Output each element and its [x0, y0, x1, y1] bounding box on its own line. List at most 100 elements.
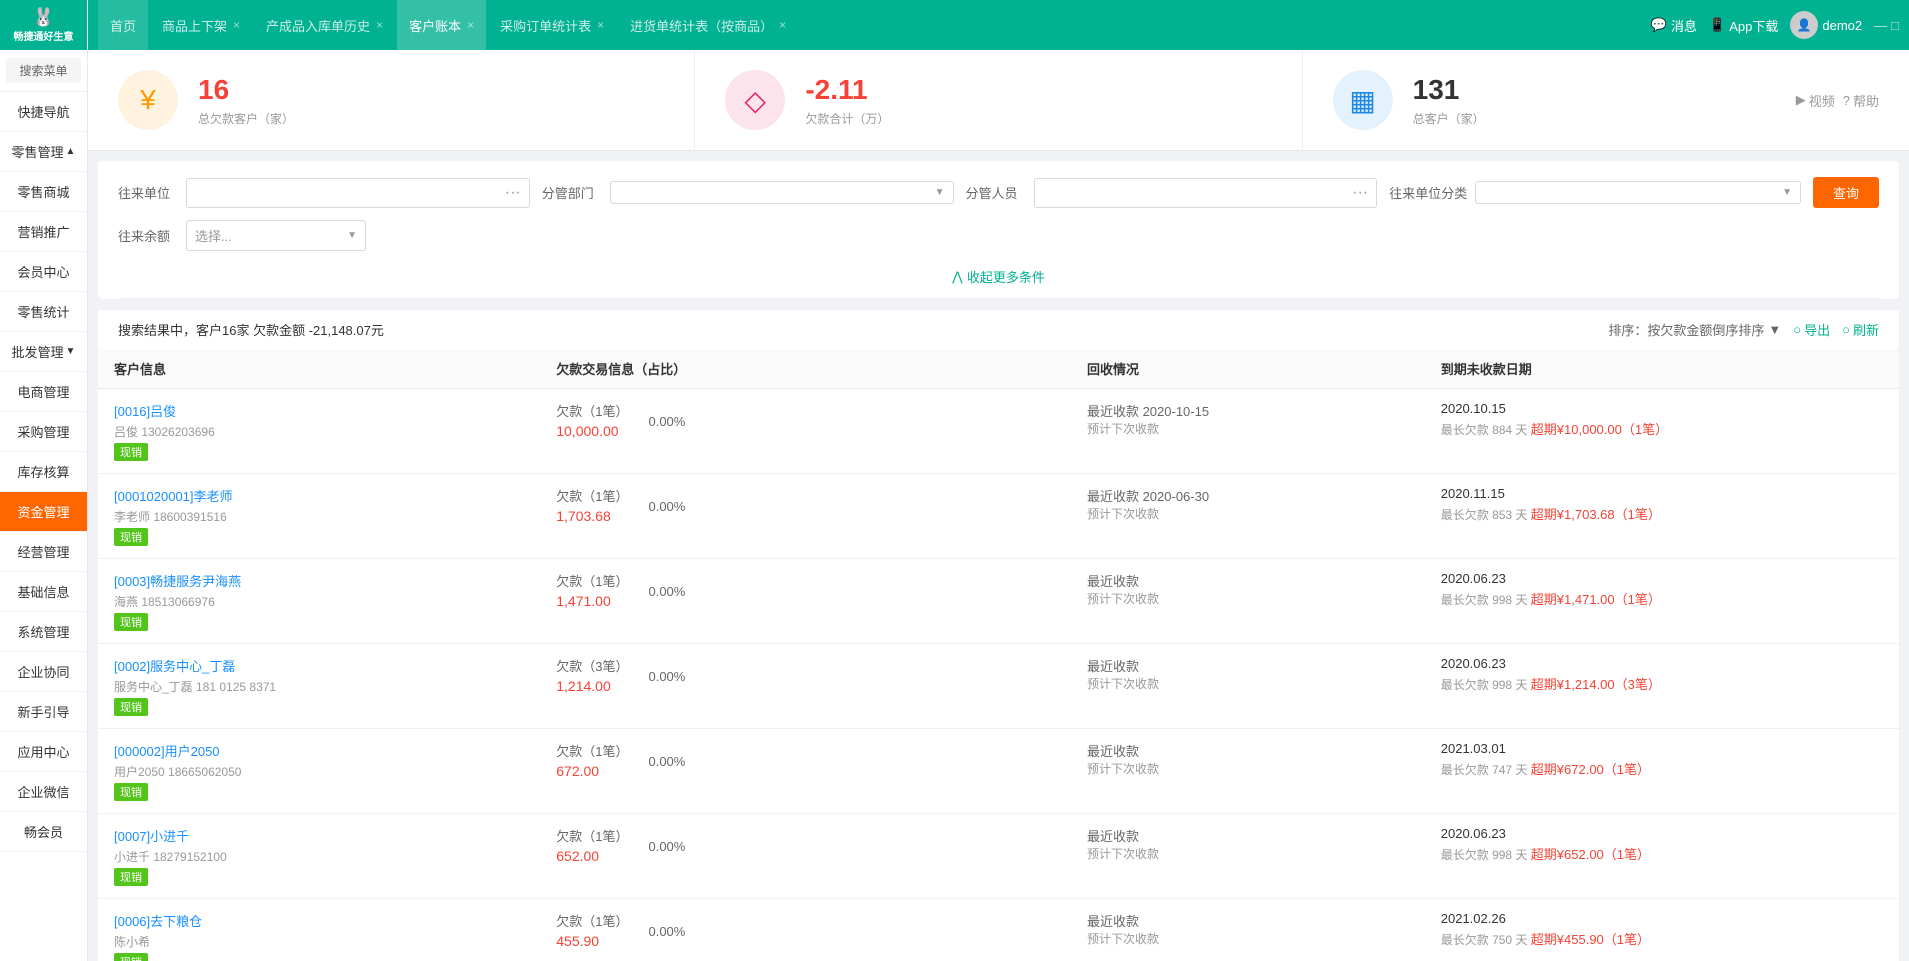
source-unit-input[interactable]: ···: [186, 178, 530, 208]
main-area: 首页 商品上下架 × 产成品入库单历史 × 客户账本 × 采购订单统计表 × 进…: [88, 0, 1909, 961]
sidebar-item-finance[interactable]: 资金管理: [0, 492, 87, 532]
total-icon: ▦: [1333, 70, 1393, 130]
minimize-icon[interactable]: —: [1874, 18, 1887, 33]
overdue-link[interactable]: 超期¥672.00（1笔）: [1531, 762, 1650, 777]
person-input[interactable]: ···: [1034, 178, 1378, 208]
search-button[interactable]: 查询: [1813, 177, 1879, 208]
debt-count: 欠款（3笔）: [556, 656, 628, 675]
overdue-link[interactable]: 超期¥455.90（1笔）: [1531, 932, 1650, 947]
app-download-button[interactable]: 📱 App下载: [1709, 16, 1778, 35]
customer-name[interactable]: [0003]畅捷服务尹海燕: [114, 571, 556, 590]
sidebar-item-inventory[interactable]: 库存核算: [0, 452, 87, 492]
stat-card-actions: ▶ 视频 ? 帮助: [1796, 91, 1879, 110]
sidebar-item-marketing[interactable]: 营销推广: [0, 212, 87, 252]
logo: 🐰 畅捷通好生意: [0, 0, 87, 50]
search-menu-button[interactable]: 搜索菜单: [6, 58, 81, 83]
tab-production[interactable]: 产成品入库单历史 ×: [254, 0, 395, 50]
payback-next: 预计下次收款: [1087, 930, 1441, 947]
balance-select[interactable]: 选择... ▼: [186, 220, 366, 251]
source-unit-label: 往来单位: [118, 183, 178, 202]
debt-amount: 455.90: [556, 933, 628, 949]
sort-selector[interactable]: 排序：按欠款金额倒序排序 ▼: [1608, 320, 1781, 339]
tab-customer-account[interactable]: 客户账本 ×: [397, 0, 486, 50]
payback-next: 预计下次收款: [1087, 845, 1441, 862]
overdue-cell: 2020.11.15 最长欠款 853 天 超期¥1,703.68（1笔）: [1441, 486, 1883, 523]
sidebar-item-wechat[interactable]: 企业微信: [0, 772, 87, 812]
user-menu[interactable]: 👤 demo2: [1790, 11, 1862, 39]
total-value: 131: [1413, 74, 1485, 106]
sidebar-item-quick-nav: 快捷导航: [0, 92, 87, 132]
overdue-link[interactable]: 超期¥1,471.00（1笔）: [1531, 592, 1661, 607]
payback-next: 预计下次收款: [1087, 590, 1441, 607]
balance-placeholder: 选择...: [195, 226, 232, 245]
customer-cell: [0006]去下粮仓 陈小希 现销: [114, 911, 556, 961]
message-button[interactable]: 💬 消息: [1651, 16, 1697, 35]
tab-close-icon[interactable]: ×: [376, 18, 383, 32]
tab-close-icon[interactable]: ×: [597, 18, 604, 32]
tab-close-icon[interactable]: ×: [779, 18, 786, 32]
sidebar-item-newbie[interactable]: 新手引导: [0, 692, 87, 732]
stats-row: ¥ 16 总欠款客户（家） ◇ -2.11 欠款合计（万） ▦ 131 总客户（…: [88, 50, 1909, 151]
help-action[interactable]: ? 帮助: [1843, 91, 1879, 110]
customer-name[interactable]: [000002]用户2050: [114, 741, 556, 760]
customer-name[interactable]: [0002]服务中心_丁磊: [114, 656, 556, 675]
avatar: 👤: [1790, 11, 1818, 39]
overdue-link[interactable]: 超期¥652.00（1笔）: [1531, 847, 1650, 862]
tab-close-icon[interactable]: ×: [467, 18, 474, 32]
overdue-link[interactable]: 超期¥1,214.00（3笔）: [1531, 677, 1661, 692]
maximize-icon[interactable]: □: [1891, 18, 1899, 33]
source-category-select[interactable]: ▼: [1475, 181, 1801, 204]
amount-value: -2.11: [805, 74, 889, 106]
overdue-link[interactable]: 超期¥1,703.68（1笔）: [1531, 507, 1661, 522]
debt-detail: 欠款（3笔） 1,214.00: [556, 656, 628, 697]
collapse-button[interactable]: ⋀ 收起更多条件: [948, 263, 1049, 290]
sidebar-item-batch-manage[interactable]: 批发管理 ▼: [0, 332, 87, 372]
amount-info: -2.11 欠款合计（万）: [805, 74, 889, 127]
overdue-date: 2020.06.23: [1441, 571, 1883, 586]
filter-row-2: 往来余额 选择... ▼: [118, 220, 1879, 263]
dept-select[interactable]: ▼: [610, 181, 954, 204]
debt-ratio: 0.00%: [648, 754, 685, 769]
collapse-up-icon: ⋀: [952, 269, 963, 285]
customer-name[interactable]: [0016]吕俊: [114, 401, 556, 420]
tab-close-icon[interactable]: ×: [233, 18, 240, 32]
sidebar-item-member[interactable]: 会员中心: [0, 252, 87, 292]
sidebar-item-retail-stats[interactable]: 零售统计: [0, 292, 87, 332]
debt-count: 欠款（1笔）: [556, 741, 628, 760]
tab-purchase-order[interactable]: 采购订单统计表 ×: [488, 0, 616, 50]
window-controls: — □: [1874, 18, 1899, 33]
sidebar-item-ecommerce[interactable]: 电商管理: [0, 372, 87, 412]
filter-area: 往来单位 ··· 分管部门 ▼ 分管人员: [98, 161, 1899, 299]
video-action[interactable]: ▶ 视频: [1796, 91, 1835, 110]
refresh-button[interactable]: ○ 刷新: [1842, 320, 1879, 339]
customer-name[interactable]: [0007]小进千: [114, 826, 556, 845]
customer-tag: 现销: [114, 613, 148, 631]
debt-count: 欠款（1笔）: [556, 401, 628, 420]
tab-purchase-stats[interactable]: 进货单统计表（按商品） ×: [618, 0, 798, 50]
tab-home[interactable]: 首页: [98, 0, 148, 50]
export-button[interactable]: ○ 导出: [1793, 320, 1830, 339]
sidebar-item-purchase[interactable]: 采购管理: [0, 412, 87, 452]
stat-amount: ◇ -2.11 欠款合计（万）: [695, 50, 1302, 150]
sidebar-item-vip[interactable]: 畅会员: [0, 812, 87, 852]
sidebar-item-retail-store[interactable]: 零售商城: [0, 172, 87, 212]
payback-date: 最近收款: [1087, 911, 1441, 930]
overdue-link[interactable]: 超期¥10,000.00（1笔）: [1531, 422, 1668, 437]
sidebar-item-apps[interactable]: 应用中心: [0, 732, 87, 772]
sidebar-item-retail-manage[interactable]: 零售管理 ▲: [0, 132, 87, 172]
payback-next: 预计下次收款: [1087, 505, 1441, 522]
customer-cell: [000002]用户2050 用户2050 18665062050 现销: [114, 741, 556, 801]
sidebar-item-system[interactable]: 系统管理: [0, 612, 87, 652]
tab-products[interactable]: 商品上下架 ×: [150, 0, 252, 50]
customer-name[interactable]: [0006]去下粮仓: [114, 911, 556, 930]
customer-name[interactable]: [0001020001]李老师: [114, 486, 556, 505]
overdue-cell: 2020.10.15 最长欠款 884 天 超期¥10,000.00（1笔）: [1441, 401, 1883, 438]
customer-contact: 海燕 18513066976: [114, 593, 556, 610]
payback-cell: 最近收款 预计下次收款: [1087, 656, 1441, 692]
sidebar-item-enterprise[interactable]: 企业协同: [0, 652, 87, 692]
sidebar-search[interactable]: 搜索菜单: [0, 50, 87, 92]
payback-date: 最近收款: [1087, 656, 1441, 675]
filter-balance: 往来余额 选择... ▼: [118, 220, 1879, 251]
sidebar-item-basic[interactable]: 基础信息: [0, 572, 87, 612]
sidebar-item-business[interactable]: 经营管理: [0, 532, 87, 572]
